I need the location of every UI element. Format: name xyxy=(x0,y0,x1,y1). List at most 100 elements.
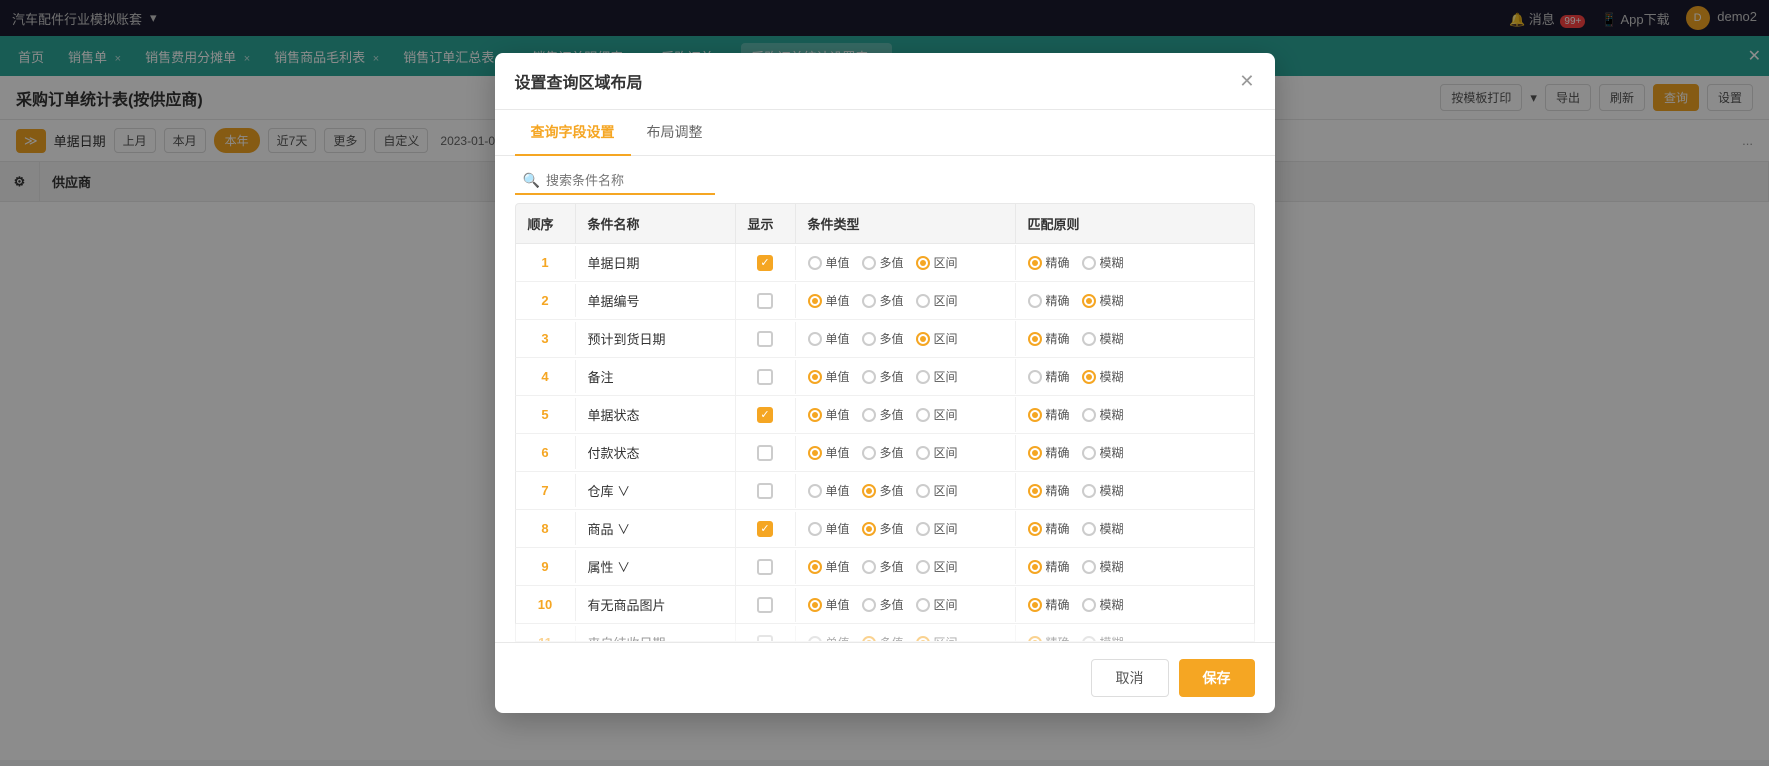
row-11-single[interactable]: 单值 xyxy=(808,634,850,642)
row-10-cond-type: 单值 多值 区间 xyxy=(796,587,1016,622)
row-2-multi[interactable]: 多值 xyxy=(862,292,904,309)
row-11-checkbox[interactable] xyxy=(757,635,773,643)
row-6-fuzzy[interactable]: 模糊 xyxy=(1082,444,1124,461)
row-3-range[interactable]: 区间 xyxy=(916,330,958,347)
row-1-order: 1 xyxy=(516,246,576,279)
dialog-title: 设置查询区域布局 xyxy=(515,69,643,93)
row-2-range[interactable]: 区间 xyxy=(916,292,958,309)
row-6-range[interactable]: 区间 xyxy=(916,444,958,461)
row-7-name: 仓库 ∨ xyxy=(576,472,736,509)
search-input[interactable] xyxy=(546,173,686,188)
row-11-exact[interactable]: 精确 xyxy=(1028,634,1070,642)
row-2-fuzzy[interactable]: 模糊 xyxy=(1082,292,1124,309)
row-1-exact[interactable]: 精确 xyxy=(1028,254,1070,271)
row-7-exact[interactable]: 精确 xyxy=(1028,482,1070,499)
row-2-exact[interactable]: 精确 xyxy=(1028,292,1070,309)
row-3-checkbox[interactable] xyxy=(757,331,773,347)
row-3-exact[interactable]: 精确 xyxy=(1028,330,1070,347)
cancel-button[interactable]: 取消 xyxy=(1091,659,1169,697)
row-2-checkbox[interactable] xyxy=(757,293,773,309)
row-5-range[interactable]: 区间 xyxy=(916,406,958,423)
row-10-multi[interactable]: 多值 xyxy=(862,596,904,613)
row-1-checkbox[interactable]: ✓ xyxy=(757,255,773,271)
row-10-match-rule: 精确 模糊 xyxy=(1016,587,1255,622)
save-button[interactable]: 保存 xyxy=(1179,659,1255,697)
radio-dot xyxy=(1082,598,1096,612)
row-1-display[interactable]: ✓ xyxy=(736,246,796,280)
row-11-multi[interactable]: 多值 xyxy=(862,634,904,642)
row-6-display[interactable] xyxy=(736,436,796,470)
row-11-range[interactable]: 区间 xyxy=(916,634,958,642)
row-9-exact[interactable]: 精确 xyxy=(1028,558,1070,575)
row-7-single[interactable]: 单值 xyxy=(808,482,850,499)
dialog-tab-field-settings[interactable]: 查询字段设置 xyxy=(515,110,631,156)
row-5-multi[interactable]: 多值 xyxy=(862,406,904,423)
row-3-fuzzy[interactable]: 模糊 xyxy=(1082,330,1124,347)
row-10-fuzzy[interactable]: 模糊 xyxy=(1082,596,1124,613)
row-7-display[interactable] xyxy=(736,474,796,508)
row-10-single[interactable]: 单值 xyxy=(808,596,850,613)
row-7-checkbox[interactable] xyxy=(757,483,773,499)
row-4-display[interactable] xyxy=(736,360,796,394)
radio-dot xyxy=(862,370,876,384)
row-4-multi[interactable]: 多值 xyxy=(862,368,904,385)
row-8-fuzzy[interactable]: 模糊 xyxy=(1082,520,1124,537)
row-8-display[interactable]: ✓ xyxy=(736,512,796,546)
row-10-range[interactable]: 区间 xyxy=(916,596,958,613)
row-11-fuzzy[interactable]: 模糊 xyxy=(1082,634,1124,642)
row-2-order: 2 xyxy=(516,284,576,317)
row-9-display[interactable] xyxy=(736,550,796,584)
row-8-multi[interactable]: 多值 xyxy=(862,520,904,537)
row-10-display[interactable] xyxy=(736,588,796,622)
row-10-exact[interactable]: 精确 xyxy=(1028,596,1070,613)
row-9-single[interactable]: 单值 xyxy=(808,558,850,575)
row-9-checkbox[interactable] xyxy=(757,559,773,575)
row-8-order: 8 xyxy=(516,512,576,545)
row-11-display[interactable] xyxy=(736,626,796,643)
table-row: 3 预计到货日期 单值 多值 区间 精确 模糊 xyxy=(515,320,1255,358)
row-7-range[interactable]: 区间 xyxy=(916,482,958,499)
row-4-fuzzy[interactable]: 模糊 xyxy=(1082,368,1124,385)
dialog-close-button[interactable]: ✕ xyxy=(1239,71,1254,92)
row-1-multi[interactable]: 多值 xyxy=(862,254,904,271)
row-9-multi[interactable]: 多值 xyxy=(862,558,904,575)
row-4-range[interactable]: 区间 xyxy=(916,368,958,385)
row-2-single[interactable]: 单值 xyxy=(808,292,850,309)
row-10-checkbox[interactable] xyxy=(757,597,773,613)
row-8-range[interactable]: 区间 xyxy=(916,520,958,537)
row-1-single[interactable]: 单值 xyxy=(808,254,850,271)
radio-dot-selected xyxy=(916,636,930,643)
row-5-single[interactable]: 单值 xyxy=(808,406,850,423)
row-5-display[interactable]: ✓ xyxy=(736,398,796,432)
row-9-range[interactable]: 区间 xyxy=(916,558,958,575)
row-8-checkbox[interactable]: ✓ xyxy=(757,521,773,537)
row-7-fuzzy[interactable]: 模糊 xyxy=(1082,482,1124,499)
row-8-single[interactable]: 单值 xyxy=(808,520,850,537)
row-5-exact[interactable]: 精确 xyxy=(1028,406,1070,423)
row-6-checkbox[interactable] xyxy=(757,445,773,461)
row-1-fuzzy[interactable]: 模糊 xyxy=(1082,254,1124,271)
radio-dot-selected xyxy=(916,256,930,270)
row-7-multi[interactable]: 多值 xyxy=(862,482,904,499)
row-6-multi[interactable]: 多值 xyxy=(862,444,904,461)
row-9-fuzzy[interactable]: 模糊 xyxy=(1082,558,1124,575)
row-1-range[interactable]: 区间 xyxy=(916,254,958,271)
row-4-checkbox[interactable] xyxy=(757,369,773,385)
row-11-cond-type: 单值 多值 区间 xyxy=(796,625,1016,642)
row-6-single[interactable]: 单值 xyxy=(808,444,850,461)
row-2-display[interactable] xyxy=(736,284,796,318)
dialog-tab-layout[interactable]: 布局调整 xyxy=(631,110,719,156)
row-8-match-rule: 精确 模糊 xyxy=(1016,511,1255,546)
radio-dot-selected xyxy=(916,332,930,346)
row-8-exact[interactable]: 精确 xyxy=(1028,520,1070,537)
row-3-single[interactable]: 单值 xyxy=(808,330,850,347)
row-3-display[interactable] xyxy=(736,322,796,356)
radio-dot-selected xyxy=(1082,370,1096,384)
row-6-exact[interactable]: 精确 xyxy=(1028,444,1070,461)
row-5-checkbox[interactable]: ✓ xyxy=(757,407,773,423)
row-4-single[interactable]: 单值 xyxy=(808,368,850,385)
row-4-exact[interactable]: 精确 xyxy=(1028,368,1070,385)
row-3-multi[interactable]: 多值 xyxy=(862,330,904,347)
row-5-fuzzy[interactable]: 模糊 xyxy=(1082,406,1124,423)
radio-dot xyxy=(1082,484,1096,498)
